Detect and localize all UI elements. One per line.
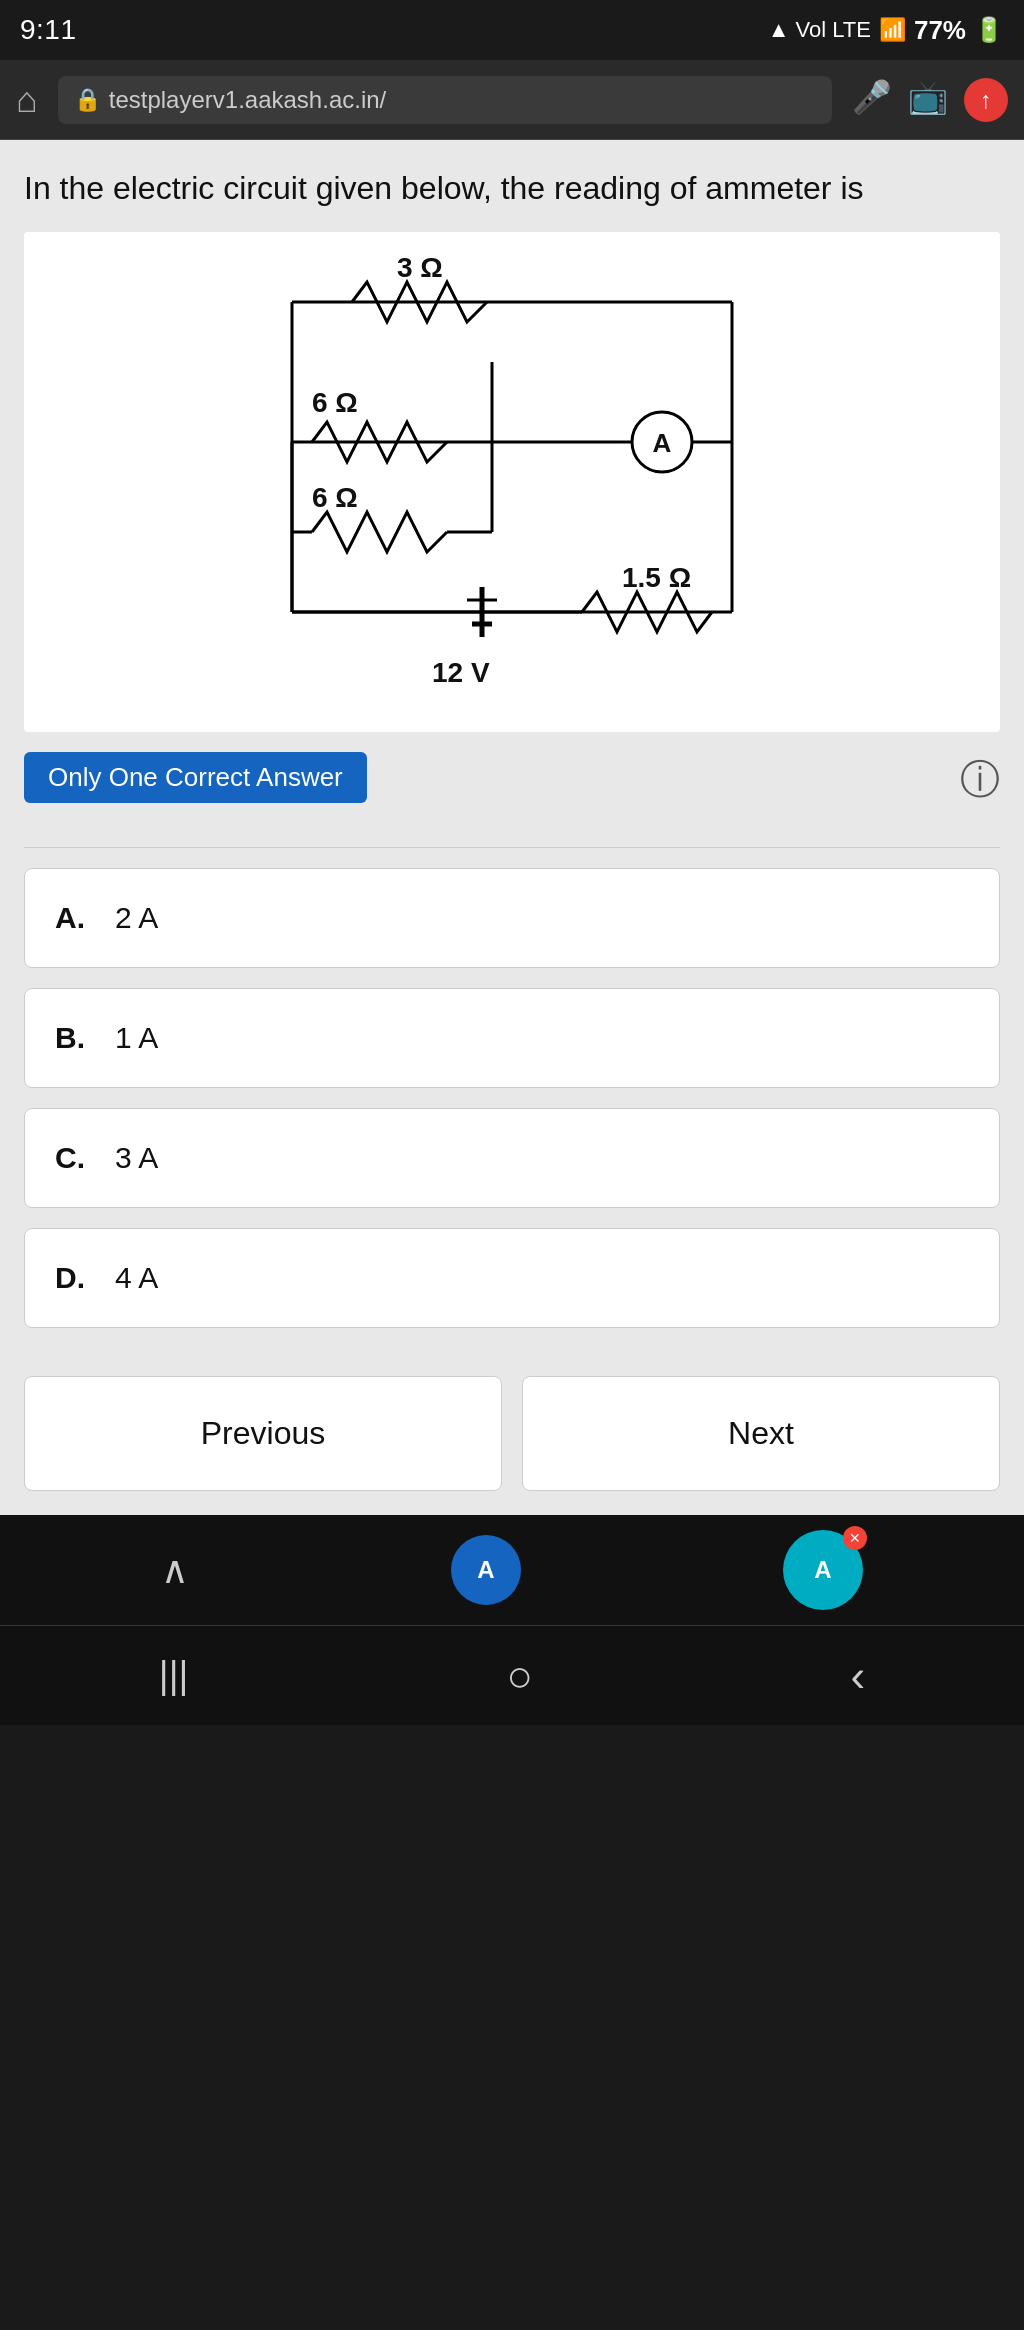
notification-badge: ✕ <box>843 1526 867 1550</box>
option-b[interactable]: B. 1 A <box>24 988 1000 1088</box>
svg-text:1.5 Ω: 1.5 Ω <box>622 562 691 593</box>
navigation-buttons: Previous Next <box>0 1352 1024 1515</box>
option-d-label: D. <box>55 1261 95 1295</box>
option-c-value: 3 A <box>115 1141 158 1175</box>
options-container: A. 2 A B. 1 A C. 3 A D. 4 A <box>24 868 1000 1352</box>
menu-button[interactable]: ||| <box>159 1654 189 1697</box>
url-text: testplayerv1.aakash.ac.in/ <box>109 86 387 114</box>
network-icon: ▲ Vol LTE <box>768 17 871 43</box>
time-display: 9:11 <box>20 14 77 46</box>
svg-text:6 Ω: 6 Ω <box>312 387 358 418</box>
next-button[interactable]: Next <box>522 1376 1000 1491</box>
home-icon[interactable]: ⌂ <box>16 79 38 121</box>
system-nav: ||| ○ ‹ <box>0 1625 1024 1725</box>
profile-icon[interactable]: ↑ <box>964 78 1008 122</box>
previous-button[interactable]: Previous <box>24 1376 502 1491</box>
svg-text:12 V: 12 V <box>432 657 490 688</box>
aakash-app-icon-2[interactable]: A ✕ <box>783 1530 863 1610</box>
answer-type-row: Only One Correct Answer ⓘ <box>24 752 1000 827</box>
option-d[interactable]: D. 4 A <box>24 1228 1000 1328</box>
bottom-app-bar: ∧ A A ✕ <box>0 1515 1024 1625</box>
battery-display: 77% <box>914 15 966 46</box>
main-content: In the electric circuit given below, the… <box>0 140 1024 1352</box>
mic-icon[interactable]: 🎤 <box>852 78 892 122</box>
option-b-label: B. <box>55 1021 95 1055</box>
chevron-up-icon[interactable]: ∧ <box>161 1548 189 1592</box>
aakash-app-icon-1[interactable]: A <box>451 1535 521 1605</box>
question-text: In the electric circuit given below, the… <box>24 164 1000 212</box>
back-button[interactable]: ‹ <box>850 1651 865 1701</box>
browser-icons: 🎤 📺 ↑ <box>852 78 1008 122</box>
svg-text:A: A <box>653 428 672 458</box>
cast-icon[interactable]: 📺 <box>908 78 948 122</box>
answer-type-badge: Only One Correct Answer <box>24 752 367 803</box>
option-c[interactable]: C. 3 A <box>24 1108 1000 1208</box>
option-a[interactable]: A. 2 A <box>24 868 1000 968</box>
divider <box>24 847 1000 848</box>
circuit-svg: 3 Ω 6 Ω 6 Ω A 1.5 Ω <box>232 242 792 722</box>
signal-icon: 📶 <box>879 17 906 43</box>
circuit-diagram: 3 Ω 6 Ω 6 Ω A 1.5 Ω <box>24 232 1000 732</box>
option-a-label: A. <box>55 901 95 935</box>
url-box[interactable]: 🔒 testplayerv1.aakash.ac.in/ <box>58 76 832 124</box>
option-d-value: 4 A <box>115 1261 158 1295</box>
status-bar: 9:11 ▲ Vol LTE 📶 77% 🔋 <box>0 0 1024 60</box>
option-a-value: 2 A <box>115 901 158 935</box>
svg-text:3 Ω: 3 Ω <box>397 252 443 283</box>
option-c-label: C. <box>55 1141 95 1175</box>
status-right: ▲ Vol LTE 📶 77% 🔋 <box>768 15 1004 46</box>
lock-icon: 🔒 <box>74 87 101 113</box>
info-icon[interactable]: ⓘ <box>960 752 1000 807</box>
battery-icon: 🔋 <box>974 16 1004 44</box>
home-button[interactable]: ○ <box>506 1651 533 1701</box>
option-b-value: 1 A <box>115 1021 158 1055</box>
svg-text:6 Ω: 6 Ω <box>312 482 358 513</box>
address-bar: ⌂ 🔒 testplayerv1.aakash.ac.in/ 🎤 📺 ↑ <box>0 60 1024 140</box>
